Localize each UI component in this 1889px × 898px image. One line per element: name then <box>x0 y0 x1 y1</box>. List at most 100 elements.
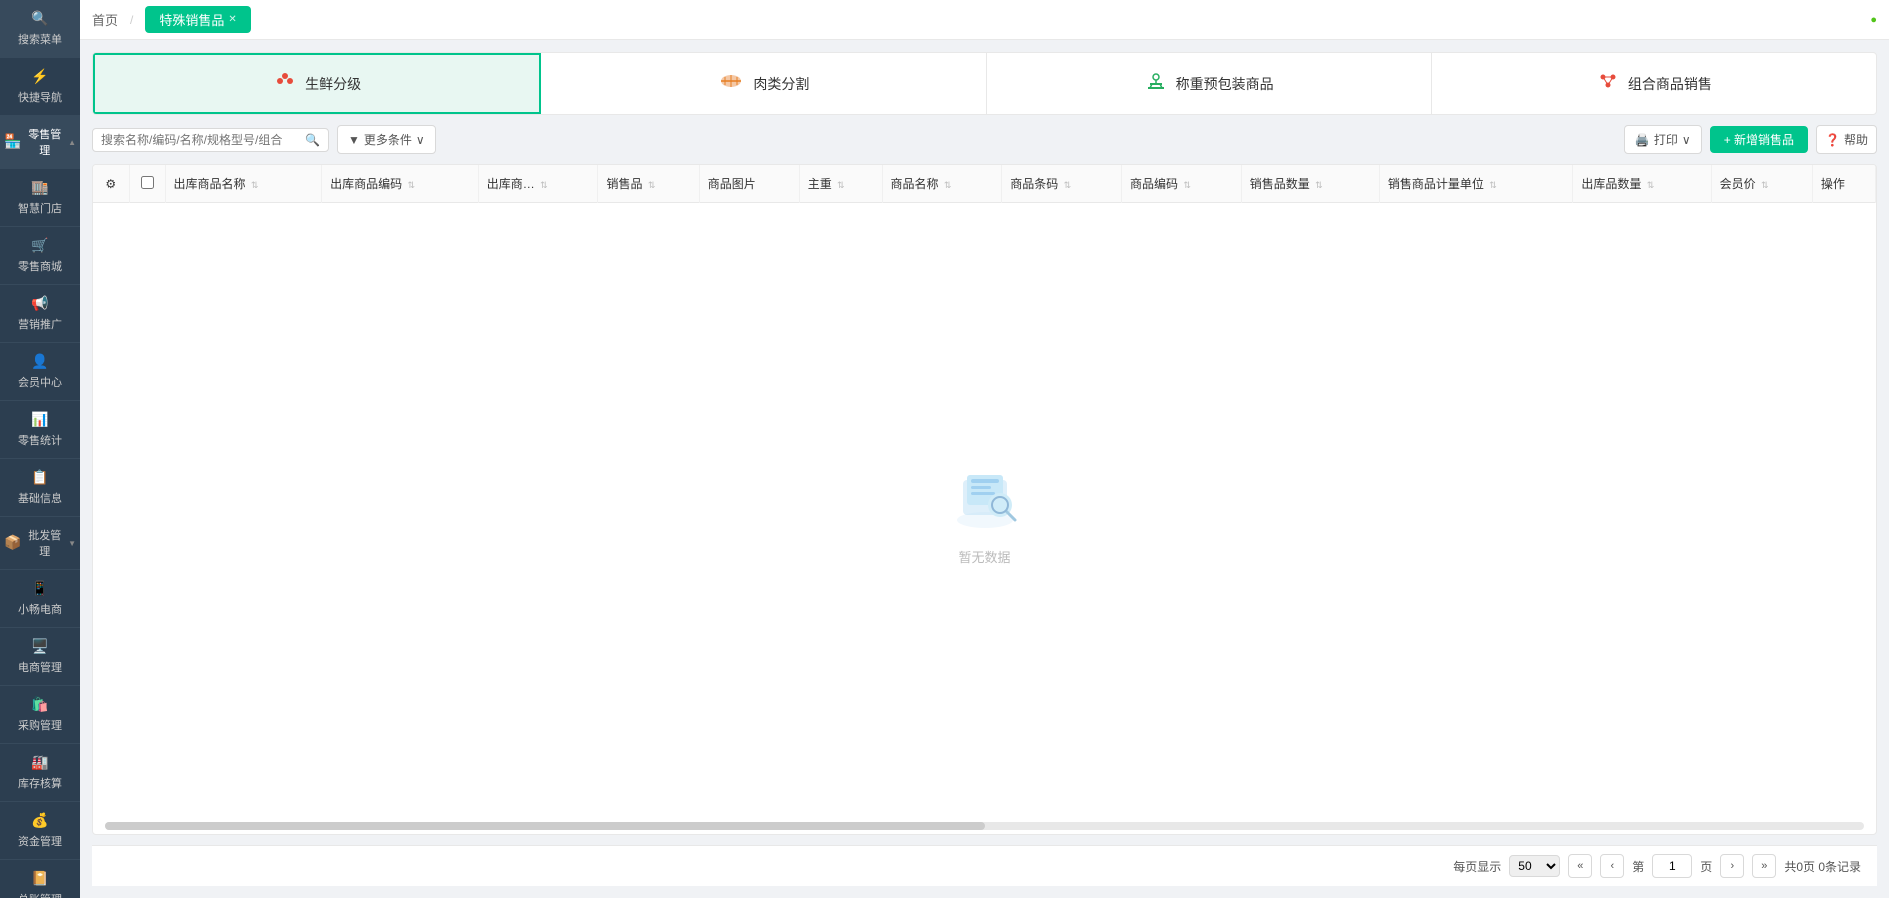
sidebar-item-search[interactable]: 🔍 搜索菜单 <box>0 0 80 58</box>
pagination: 每页显示 50 10 20 100 « ‹ 第 页 › » 共0页 0条记录 <box>92 845 1877 886</box>
sidebar-item-finance[interactable]: 💰 资金管理 <box>0 802 80 860</box>
tab-combo-sale[interactable]: 组合商品销售 <box>1432 53 1876 114</box>
breadcrumb-current-tab[interactable]: 特殊销售品 ✕ <box>145 6 250 33</box>
sidebar-item-label: 营销推广 <box>18 316 62 332</box>
add-label: + 新增销售品 <box>1724 131 1794 148</box>
last-page-button[interactable]: » <box>1752 854 1776 878</box>
th-goods-name[interactable]: 商品名称 ⇅ <box>882 165 1002 203</box>
th-checkbox[interactable] <box>129 165 165 203</box>
per-page-select[interactable]: 50 10 20 100 <box>1509 855 1560 877</box>
first-page-button[interactable]: « <box>1568 854 1592 878</box>
inventory-icon: 🏭 <box>31 754 48 771</box>
th-goods-code[interactable]: 商品编码 ⇅ <box>1122 165 1242 203</box>
search-input[interactable] <box>101 133 301 147</box>
sidebar-item-basic-info1[interactable]: 📋 基础信息 <box>0 459 80 517</box>
meat-cut-icon <box>717 69 745 98</box>
help-label: 帮助 <box>1844 131 1868 148</box>
tab-fresh-grade[interactable]: 生鲜分级 <box>93 53 541 114</box>
sidebar-item-wholesale[interactable]: 📦 批发管理 ▼ <box>0 517 80 570</box>
sidebar-item-marketing[interactable]: 📢 营销推广 <box>0 285 80 343</box>
th-out-spec[interactable]: 出库商… ⇅ <box>478 165 598 203</box>
page-number-input[interactable] <box>1652 854 1692 878</box>
tab-meat-cut[interactable]: 肉类分割 <box>541 53 986 114</box>
tab-combo-sale-label: 组合商品销售 <box>1628 74 1712 94</box>
wholesale-icon: 📦 <box>4 534 21 551</box>
ecom-mgmt-icon: 🖥️ <box>31 638 48 655</box>
th-weight[interactable]: 主重 ⇅ <box>799 165 882 203</box>
next-page-button[interactable]: › <box>1720 854 1744 878</box>
th-sale-qty[interactable]: 销售品数量 ⇅ <box>1241 165 1379 203</box>
sidebar-item-label: 基础信息 <box>18 490 62 506</box>
sidebar-item-member[interactable]: 👤 会员中心 <box>0 343 80 401</box>
toolbar-left: 🔍 ▼ 更多条件 ∨ <box>92 125 436 154</box>
filter-arrow-icon: ∨ <box>416 133 425 147</box>
empty-text: 暂无数据 <box>958 547 1010 566</box>
sidebar-item-purchase[interactable]: 🛍️ 采购管理 <box>0 686 80 744</box>
add-button[interactable]: + 新增销售品 <box>1710 126 1808 153</box>
sidebar-item-inventory[interactable]: 🏭 库存核算 <box>0 744 80 802</box>
th-sale-item[interactable]: 销售品 ⇅ <box>598 165 699 203</box>
th-settings[interactable]: ⚙ <box>93 165 129 203</box>
quick-nav-icon: ⚡ <box>31 68 48 85</box>
toolbar-right: 🖨️ 打印 ∨ + 新增销售品 ❓ 帮助 <box>1624 125 1877 154</box>
sidebar-item-mini-ecom[interactable]: 📱 小畅电商 <box>0 570 80 628</box>
sidebar-item-quick-nav[interactable]: ⚡ 快捷导航 <box>0 58 80 116</box>
sort-icon: ⇅ <box>944 180 952 190</box>
th-member-price[interactable]: 会员价 ⇅ <box>1711 165 1812 203</box>
function-tabs: 生鲜分级 肉类分割 <box>92 52 1877 115</box>
page-unit: 页 <box>1700 858 1712 875</box>
empty-state-icon <box>945 455 1025 535</box>
general-ledger-icon: 📔 <box>31 870 48 887</box>
sidebar-item-label: 零售商城 <box>18 258 62 274</box>
sidebar-item-retail-mall[interactable]: 🛒 零售商城 <box>0 227 80 285</box>
table-wrapper: ⚙ 出库商品名称 ⇅ 出库商品编码 ⇅ 出库商… <box>92 164 1877 835</box>
th-out-qty[interactable]: 出库品数量 ⇅ <box>1573 165 1711 203</box>
sidebar-item-label: 批发管理 <box>23 527 66 559</box>
select-all-checkbox[interactable] <box>141 176 154 189</box>
sidebar-item-label: 采购管理 <box>18 717 62 733</box>
th-image[interactable]: 商品图片 <box>699 165 799 203</box>
combo-sale-icon <box>1596 69 1620 98</box>
th-out-name[interactable]: 出库商品名称 ⇅ <box>165 165 322 203</box>
print-button[interactable]: 🖨️ 打印 ∨ <box>1624 125 1702 154</box>
retail-mall-icon: 🛒 <box>31 237 48 254</box>
sort-icon: ⇅ <box>648 180 656 190</box>
horizontal-scrollbar[interactable] <box>105 822 1864 830</box>
th-barcode[interactable]: 商品条码 ⇅ <box>1002 165 1122 203</box>
top-status: ● <box>1870 14 1877 26</box>
status-dot-icon: ● <box>1870 14 1877 26</box>
retail-icon: 🏪 <box>4 133 21 150</box>
tab-scale-pack[interactable]: 称重预包装商品 <box>987 53 1432 114</box>
finance-icon: 💰 <box>31 812 48 829</box>
sidebar-item-smart-store[interactable]: 🏬 智慧门店 <box>0 169 80 227</box>
sidebar-item-general-ledger[interactable]: 📔 总账管理 <box>0 860 80 898</box>
member-icon: 👤 <box>31 353 48 370</box>
sidebar-item-label: 资金管理 <box>18 833 62 849</box>
main-content: 首页 / 特殊销售品 ✕ ● 生鲜分级 <box>80 0 1889 898</box>
th-action: 操作 <box>1812 165 1875 203</box>
help-button[interactable]: ❓ 帮助 <box>1816 125 1877 154</box>
sidebar-item-ecom-mgmt[interactable]: 🖥️ 电商管理 <box>0 628 80 686</box>
sidebar-item-retail-stat[interactable]: 📊 零售统计 <box>0 401 80 459</box>
toolbar: 🔍 ▼ 更多条件 ∨ 🖨️ 打印 ∨ + 新增销售品 ❓ <box>92 125 1877 154</box>
search-icon-btn[interactable]: 🔍 <box>305 133 320 147</box>
current-tab-label: 特殊销售品 <box>159 10 224 29</box>
tab-fresh-grade-label: 生鲜分级 <box>305 74 361 94</box>
sort-icon: ⇅ <box>1761 180 1769 190</box>
page-container: 生鲜分级 肉类分割 <box>80 40 1889 898</box>
tab-close-icon[interactable]: ✕ <box>228 14 236 25</box>
th-sale-unit[interactable]: 销售商品计量单位 ⇅ <box>1379 165 1573 203</box>
first-page-icon: « <box>1577 860 1583 872</box>
print-icon: 🖨️ <box>1635 133 1650 147</box>
filter-button[interactable]: ▼ 更多条件 ∨ <box>337 125 436 154</box>
scroll-thumb[interactable] <box>105 822 985 830</box>
th-out-code[interactable]: 出库商品编码 ⇅ <box>322 165 479 203</box>
sidebar-item-label: 小畅电商 <box>18 601 62 617</box>
prev-page-icon: ‹ <box>1610 860 1614 872</box>
filter-icon: ▼ <box>348 133 360 147</box>
search-box[interactable]: 🔍 <box>92 128 329 152</box>
sidebar-item-retail[interactable]: 🏪 零售管理 ▲ <box>0 116 80 169</box>
sidebar-item-label: 智慧门店 <box>18 200 62 216</box>
prev-page-button[interactable]: ‹ <box>1600 854 1624 878</box>
breadcrumb-home[interactable]: 首页 <box>92 10 118 29</box>
